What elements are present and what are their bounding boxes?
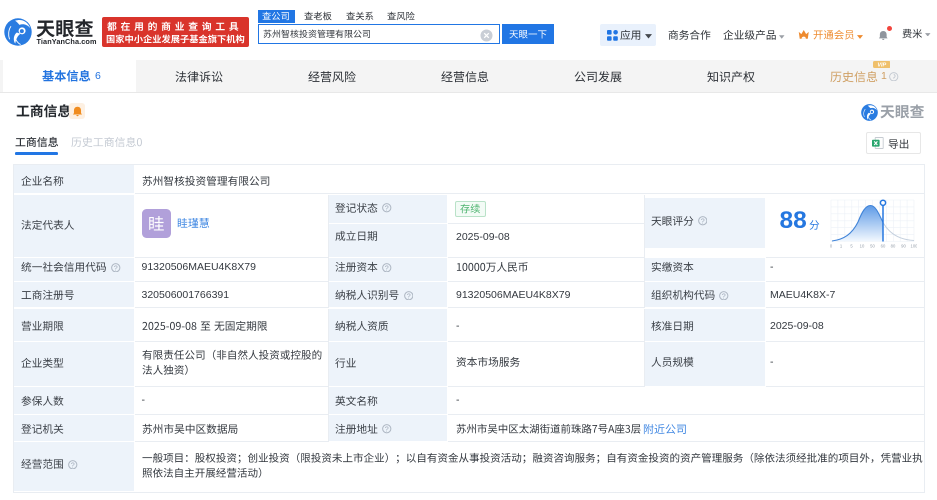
svg-text:1: 1 bbox=[840, 244, 843, 249]
svg-text:5: 5 bbox=[850, 244, 853, 249]
svg-text:50: 50 bbox=[870, 244, 875, 249]
svg-text:?: ? bbox=[385, 264, 389, 272]
svg-text:?: ? bbox=[722, 292, 726, 300]
svg-text:?: ? bbox=[114, 264, 118, 272]
svg-text:?: ? bbox=[385, 425, 389, 433]
svg-text:VIP: VIP bbox=[877, 63, 886, 69]
svg-text:0: 0 bbox=[830, 244, 833, 249]
svg-text:?: ? bbox=[406, 292, 410, 300]
svg-text:?: ? bbox=[71, 461, 75, 469]
svg-text:90: 90 bbox=[901, 244, 906, 249]
svg-text:100: 100 bbox=[911, 244, 918, 249]
svg-text:80: 80 bbox=[891, 244, 896, 249]
svg-text:10: 10 bbox=[860, 244, 865, 249]
svg-text:?: ? bbox=[701, 217, 705, 225]
svg-text:60: 60 bbox=[881, 244, 886, 249]
svg-text:?: ? bbox=[385, 204, 389, 212]
